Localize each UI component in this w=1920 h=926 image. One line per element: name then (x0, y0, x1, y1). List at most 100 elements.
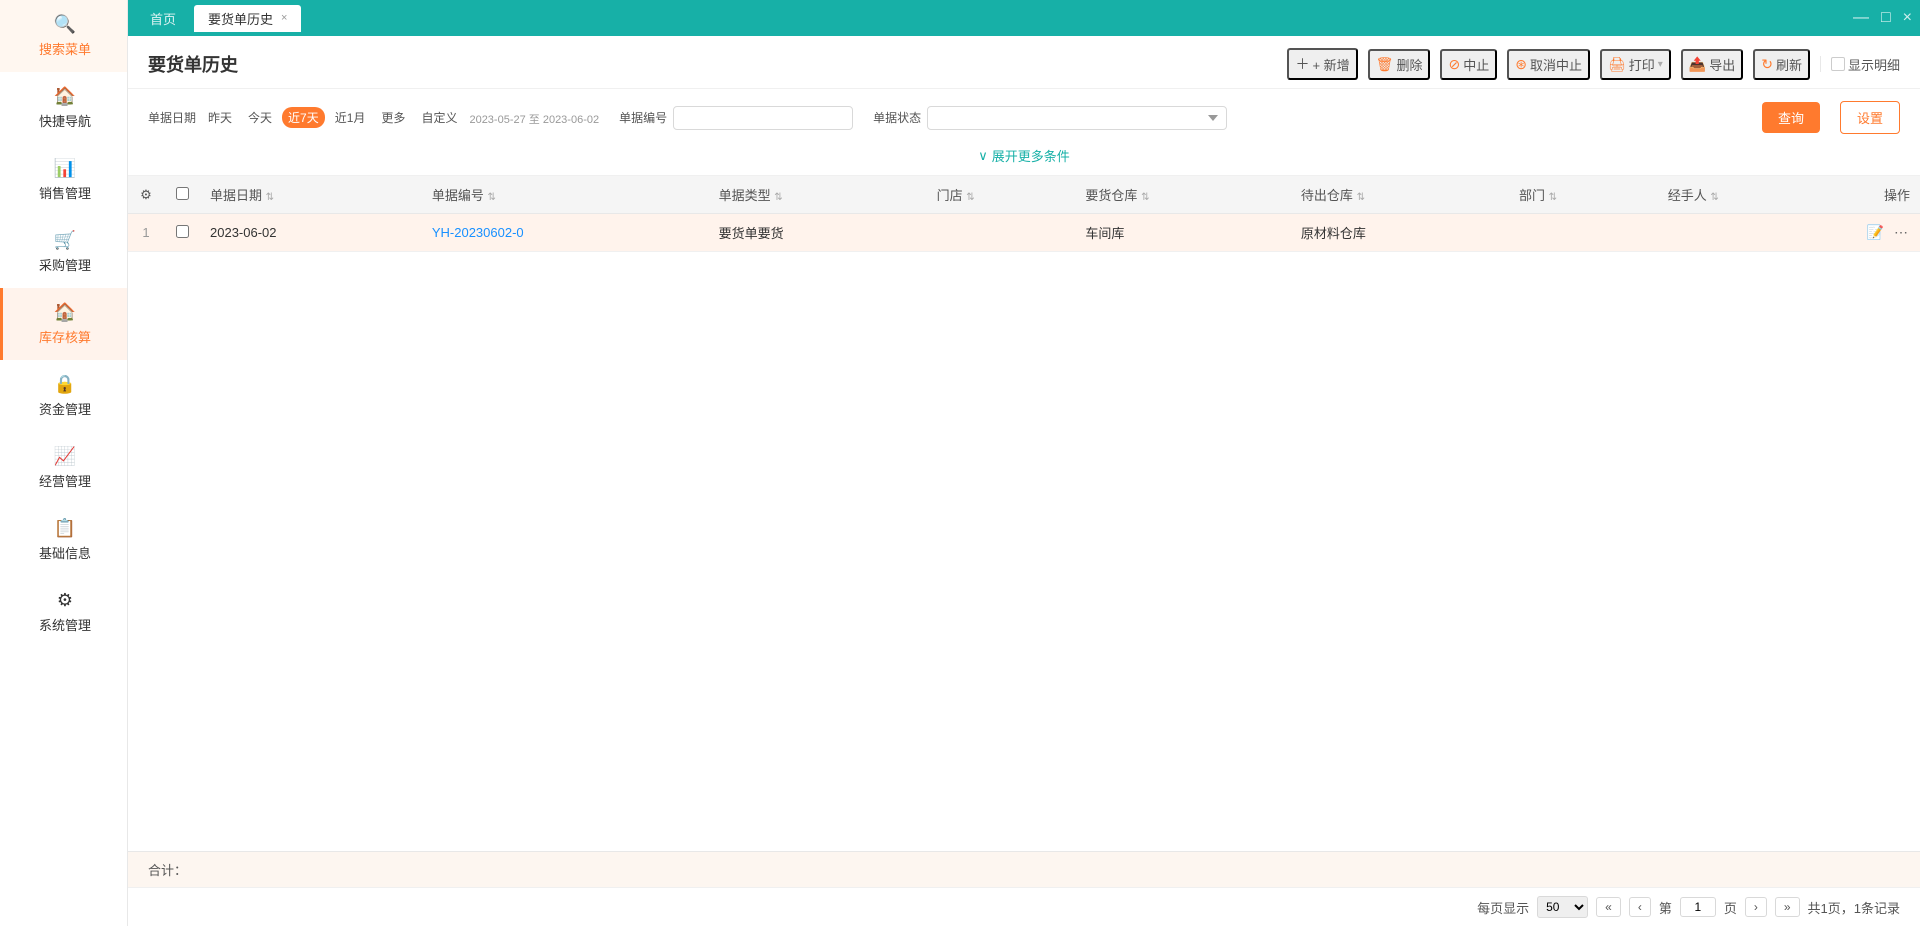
doc-number-input[interactable] (673, 106, 853, 130)
per-page-select[interactable]: 50 10 20 100 (1537, 896, 1588, 918)
sort-department-icon[interactable]: ⇅ (1549, 192, 1557, 203)
th-pending-warehouse: 待出仓库 ⇅ (1291, 176, 1509, 214)
sort-date-icon[interactable]: ⇅ (266, 192, 274, 203)
window-minimize-btn[interactable]: — (1853, 9, 1869, 27)
delete-button[interactable]: 🗑 删除 (1368, 49, 1431, 80)
settings-button[interactable]: 设置 (1840, 101, 1900, 134)
pagination-bar: 每页显示 50 10 20 100 « ‹ 第 页 › » 共1页，1条记录 (128, 887, 1920, 926)
last-page-btn[interactable]: » (1775, 897, 1800, 917)
query-button[interactable]: 查询 (1762, 102, 1820, 133)
row-type: 要货单要货 (709, 214, 927, 252)
tab-home[interactable]: 首页 (136, 5, 190, 32)
expand-more-btn[interactable]: ∨ 展开更多条件 (148, 142, 1900, 169)
table-header: ⚙ 单据日期 ⇅ 单据编号 ⇅ 单据类型 (128, 176, 1920, 214)
select-all-checkbox[interactable] (176, 187, 189, 200)
add-button[interactable]: ＋ + 新增 (1287, 48, 1357, 80)
sort-store-icon[interactable]: ⇅ (966, 192, 974, 203)
date-btn-last-month[interactable]: 近1月 (329, 107, 372, 128)
date-btn-custom[interactable]: 自定义 (415, 107, 463, 128)
prev-page-btn[interactable]: ‹ (1629, 897, 1651, 917)
chevron-down-icon: ∨ (978, 148, 988, 164)
row-number-link[interactable]: YH-20230602-0 (432, 225, 524, 240)
sort-handler-icon[interactable]: ⇅ (1710, 192, 1718, 203)
th-date: 单据日期 ⇅ (200, 176, 422, 214)
date-btn-yesterday[interactable]: 昨天 (202, 107, 238, 128)
row-req-warehouse: 车间库 (1075, 214, 1291, 252)
status-select[interactable] (927, 106, 1227, 130)
row-handler (1658, 214, 1840, 252)
export-button[interactable]: 📤 导出 (1681, 49, 1743, 80)
page-number-input[interactable] (1680, 897, 1716, 917)
window-close-btn[interactable]: × (1903, 9, 1912, 27)
page-content: 要货单历史 ＋ + 新增 🗑 删除 ⊘ 中止 ⊛ 取消中止 (128, 36, 1920, 926)
toolbar-divider (1820, 56, 1821, 72)
row-pending-warehouse: 原材料仓库 (1291, 214, 1509, 252)
sort-pending-warehouse-icon[interactable]: ⇅ (1357, 192, 1365, 203)
sidebar-item-search-menu[interactable]: 🔍 搜索菜单 (0, 0, 127, 72)
sidebar-item-quick-nav[interactable]: 🏠 快捷导航 (0, 72, 127, 144)
table-area: ⚙ 单据日期 ⇅ 单据编号 ⇅ 单据类型 (128, 176, 1920, 851)
sidebar-item-sales[interactable]: 📊 销售管理 (0, 144, 127, 216)
add-icon: ＋ (1295, 54, 1309, 74)
tab-requisition-history[interactable]: 要货单历史 × (194, 5, 301, 32)
display-detail-checkbox[interactable]: 显示明细 (1831, 55, 1900, 74)
action-icons: 📝 ⋯ (1850, 222, 1910, 243)
sidebar-item-finance[interactable]: 🔒 资金管理 (0, 360, 127, 432)
tab-bar: 首页 要货单历史 × — □ × (128, 0, 1920, 36)
filter-status: 单据状态 (873, 106, 1742, 130)
th-department: 部门 ⇅ (1509, 176, 1658, 214)
row-edit-icon[interactable]: 📝 (1865, 222, 1886, 243)
print-icon: 🖨 (1608, 56, 1626, 73)
date-btn-more[interactable]: 更多 (375, 107, 411, 128)
quick-nav-icon: 🏠 (54, 86, 76, 107)
filter-doc-number: 单据编号 (619, 106, 853, 130)
row-check[interactable] (164, 214, 200, 252)
main-area: 首页 要货单历史 × — □ × 要货单历史 ＋ + 新增 🗑 删除 (128, 0, 1920, 926)
sort-number-icon[interactable]: ⇅ (487, 192, 495, 203)
th-type: 单据类型 ⇅ (709, 176, 927, 214)
filter-row-1: 单据日期 昨天 今天 近7天 近1月 更多 自定义 2023-05-27 至 2… (148, 101, 1900, 134)
stop-button[interactable]: ⊘ 中止 (1440, 49, 1497, 80)
th-settings[interactable]: ⚙ (128, 176, 164, 214)
refresh-icon: ↻ (1761, 56, 1773, 73)
row-checkbox[interactable] (176, 225, 189, 238)
date-btn-group: 昨天 今天 近7天 近1月 更多 自定义 (202, 107, 463, 128)
sort-req-warehouse-icon[interactable]: ⇅ (1141, 192, 1149, 203)
delete-icon: 🗑 (1376, 56, 1394, 73)
first-page-btn[interactable]: « (1596, 897, 1621, 917)
date-btn-last7days[interactable]: 近7天 (282, 107, 325, 128)
page-title: 要货单历史 (148, 51, 1287, 77)
row-number: YH-20230602-0 (422, 214, 709, 252)
table-row: 1 2023-06-02 YH-20230602-0 要货单要货 车间库 原材料… (128, 214, 1920, 252)
total-info: 共1页，1条记录 (1808, 898, 1900, 917)
sort-type-icon[interactable]: ⇅ (774, 192, 782, 203)
sales-icon: 📊 (54, 158, 76, 179)
window-maximize-btn[interactable]: □ (1881, 9, 1891, 27)
next-page-btn[interactable]: › (1745, 897, 1767, 917)
sidebar-item-basic-info[interactable]: 📋 基础信息 (0, 504, 127, 576)
sidebar: 🔍 搜索菜单 🏠 快捷导航 📊 销售管理 🛒 采购管理 🏠 库存核算 🔒 资金管… (0, 0, 128, 926)
tab-bar-right: — □ × (1853, 9, 1912, 27)
search-menu-icon: 🔍 (54, 14, 76, 35)
table-body: 1 2023-06-02 YH-20230602-0 要货单要货 车间库 原材料… (128, 214, 1920, 252)
th-action: 操作 (1840, 176, 1920, 214)
print-button[interactable]: 🖨 打印 ▾ (1600, 49, 1671, 80)
sidebar-item-purchase[interactable]: 🛒 采购管理 (0, 216, 127, 288)
tab-close-icon[interactable]: × (281, 12, 287, 24)
cancel-stop-button[interactable]: ⊛ 取消中止 (1507, 49, 1590, 80)
sidebar-item-system[interactable]: ⚙ 系统管理 (0, 576, 127, 648)
data-table: ⚙ 单据日期 ⇅ 单据编号 ⇅ 单据类型 (128, 176, 1920, 252)
toolbar: ＋ + 新增 🗑 删除 ⊘ 中止 ⊛ 取消中止 🖨 打印 (1287, 48, 1900, 80)
finance-icon: 🔒 (54, 374, 76, 395)
date-btn-today[interactable]: 今天 (242, 107, 278, 128)
row-index: 1 (128, 214, 164, 252)
th-check[interactable] (164, 176, 200, 214)
sidebar-item-inventory[interactable]: 🏠 库存核算 (0, 288, 127, 360)
refresh-button[interactable]: ↻ 刷新 (1753, 49, 1810, 80)
sidebar-item-operations[interactable]: 📈 经营管理 (0, 432, 127, 504)
filter-date: 单据日期 昨天 今天 近7天 近1月 更多 自定义 2023-05-27 至 2… (148, 107, 599, 128)
table-footer: 合计： (128, 851, 1920, 887)
page-header: 要货单历史 ＋ + 新增 🗑 删除 ⊘ 中止 ⊛ 取消中止 (128, 36, 1920, 89)
checkbox-icon (1831, 57, 1845, 71)
row-more-icon[interactable]: ⋯ (1892, 222, 1910, 243)
